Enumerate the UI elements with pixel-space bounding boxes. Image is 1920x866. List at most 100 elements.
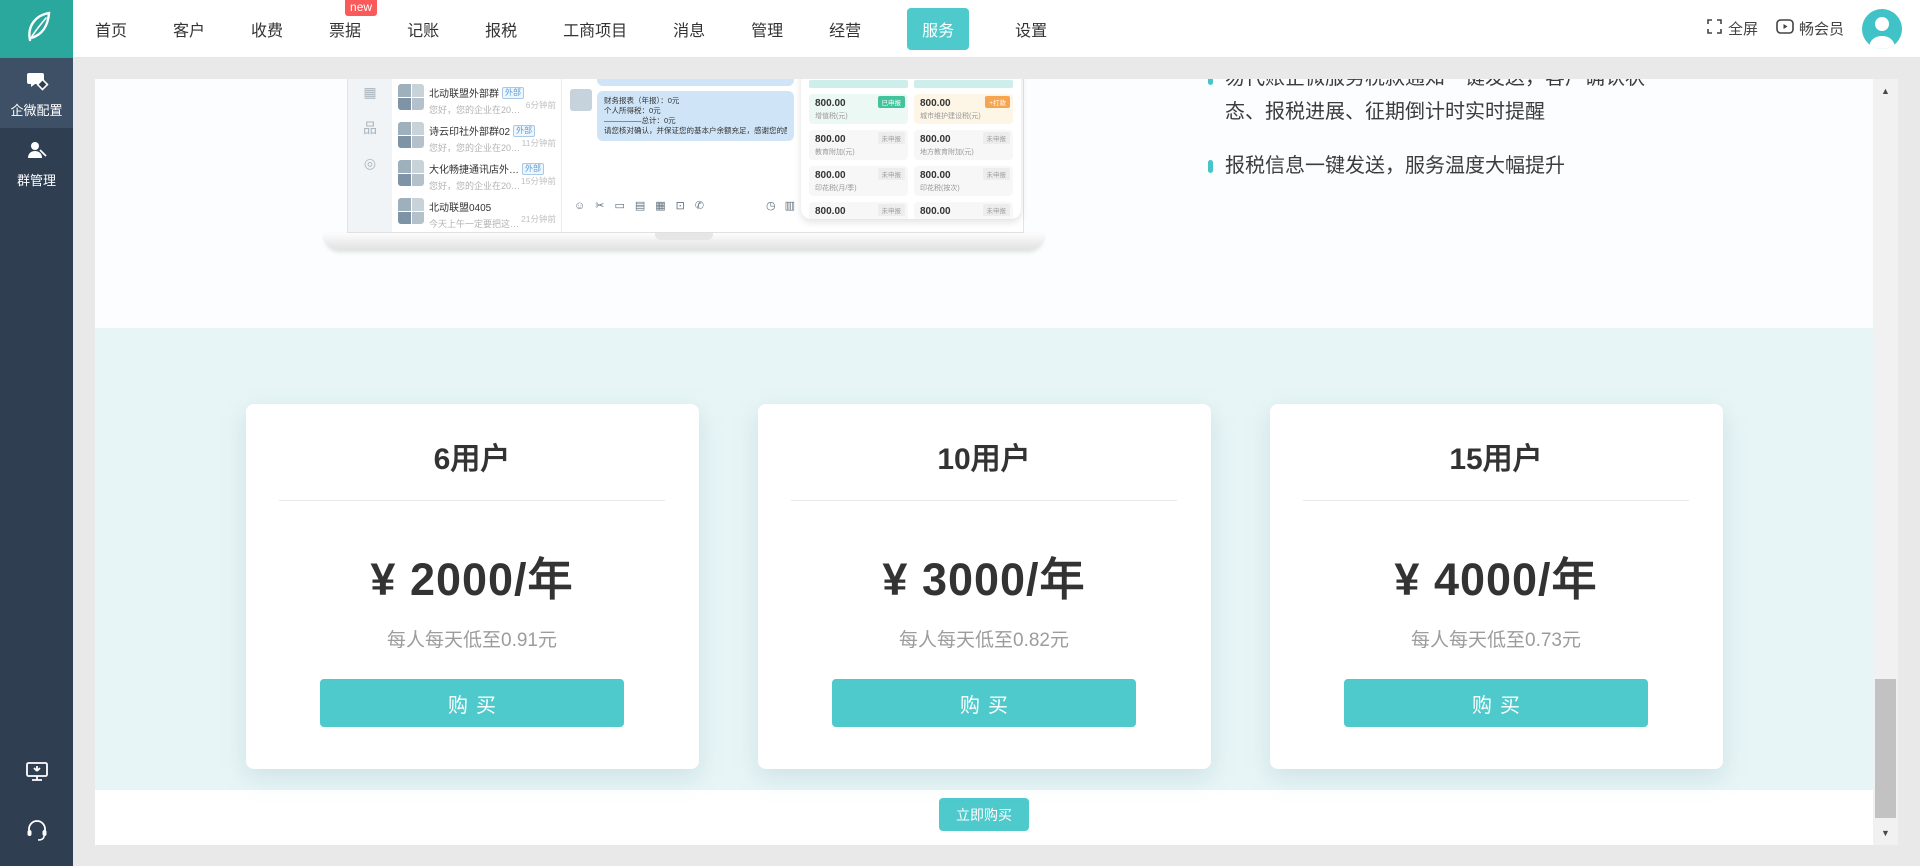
call-icon: ✆: [694, 200, 705, 212]
screenshot-icon: ✂: [595, 200, 605, 212]
plan-per-day: 每人每天低至0.73元: [1411, 630, 1581, 651]
chat-list-item: 北动联盟外部群 外部 您好，您的企业在2022年... 6分钟前: [392, 80, 561, 118]
fullscreen-button[interactable]: 全屏: [1706, 18, 1758, 39]
buy-button[interactable]: 购买: [320, 679, 624, 727]
nav-item-customers[interactable]: 客户: [173, 17, 205, 41]
group-avatar: [398, 122, 424, 148]
laptop-base: [325, 233, 1043, 250]
nav-item-invoices[interactable]: 票据 new: [329, 0, 378, 41]
chat-time: 21分钟前: [521, 214, 556, 224]
bullet-marker-icon: [1208, 79, 1213, 85]
top-navbar: 首页 客户 收费 票据 new 记账 报税 工商项目 消息 管理 经营 服务 设…: [73, 0, 1920, 58]
hero-section: ▦ 品 ◎ 北动联盟外部群 外部 您好，您的企业在2022年... 6分钟前 诗…: [95, 79, 1873, 328]
vertical-scrollbar[interactable]: ▲ ▼: [1873, 79, 1898, 845]
circle-play-icon: ◎: [363, 155, 377, 171]
nav-item-settings[interactable]: 设置: [1015, 17, 1047, 41]
sidebar: 企微配置 群管理: [0, 0, 73, 866]
pricing-card-10-users: 10用户 ¥ 3000/年 每人每天低至0.82元 购买: [757, 404, 1211, 769]
status-badge: 未申报: [877, 168, 905, 180]
message-bubble-clipped: [597, 79, 794, 86]
pricing-card-6-users: 6用户 ¥ 2000/年 每人每天低至0.91元 购买: [245, 404, 699, 769]
tax-panel-header-clipped: [809, 80, 1013, 88]
chat-list-item: 大化畅捷通讯店外部群03外部 您好，您的企业在2022年... 15分钟前: [392, 156, 561, 194]
buy-button[interactable]: 购买: [1344, 679, 1648, 727]
status-badge: 未申报: [982, 204, 1010, 216]
chat-list-item: 北动联盟0405 今天上午一定要把这个需... 21分钟前: [392, 194, 561, 232]
customer-service-headset-icon[interactable]: [24, 817, 50, 848]
nav-item-messages[interactable]: 消息: [673, 17, 705, 41]
nav-item-fees[interactable]: 收费: [251, 17, 283, 41]
tax-card: 800.00 印花税(按次) 未申报: [914, 166, 1013, 196]
group-avatar: [398, 160, 424, 186]
tax-card: 800.00 印花税(月/季) 未申报: [809, 166, 908, 196]
feature-bullet: 报税信息一键发送，服务温度大幅提升: [1208, 149, 1678, 183]
nav-menu: 首页 客户 收费 票据 new 记账 报税 工商项目 消息 管理 经营 服务 设…: [95, 0, 1047, 50]
download-client-icon[interactable]: [23, 758, 51, 791]
scrollbar-thumb[interactable]: [1875, 679, 1896, 818]
plan-price: ¥ 4000/年: [1394, 554, 1598, 605]
grid-icon: ▦: [363, 84, 377, 100]
nav-item-management[interactable]: 管理: [751, 17, 783, 41]
nav-item-operations[interactable]: 经营: [829, 17, 861, 41]
app-logo[interactable]: [0, 0, 73, 58]
wecom-left-rail: ▦ 品 ◎: [348, 79, 392, 232]
plan-per-day: 每人每天低至0.82元: [899, 630, 1069, 651]
chat-name: 北动联盟0405: [429, 203, 492, 214]
buy-now-button[interactable]: 立即购买: [939, 798, 1029, 831]
chat-name: 北动联盟外部群: [429, 89, 499, 100]
external-badge: 外部: [502, 86, 524, 99]
org-icon: 品: [363, 120, 377, 136]
status-badge: 未申报: [982, 168, 1010, 180]
nav-item-services[interactable]: 服务: [907, 7, 970, 50]
scroll-up-arrow-icon[interactable]: ▲: [1873, 81, 1898, 101]
status-badge: 未申报: [877, 204, 905, 216]
user-avatar[interactable]: [1862, 8, 1902, 49]
sidebar-item-group-management[interactable]: 群管理: [0, 128, 73, 198]
sidebar-bottom-tools: [0, 758, 73, 848]
pricing-card-15-users: 15用户 ¥ 4000/年 每人每天低至0.73元 购买: [1269, 404, 1723, 769]
group-user-icon: [25, 138, 49, 165]
bullet-marker-icon: [1208, 160, 1213, 173]
chat-name: 诗云印社外部群02: [429, 127, 511, 138]
image-icon: ▭: [614, 200, 625, 212]
external-badge: 外部: [522, 162, 544, 175]
chat-gear-icon: [25, 68, 49, 95]
chat-name: 大化畅捷通讯店外部群03: [429, 165, 519, 176]
cta-strip: 立即购买: [95, 790, 1873, 845]
laptop-screenshot: ▦ 品 ◎ 北动联盟外部群 外部 您好，您的企业在2022年... 6分钟前 诗…: [347, 79, 1024, 233]
nav-item-home[interactable]: 首页: [95, 17, 127, 41]
sidebar-item-label: 群管理: [16, 172, 56, 188]
chat-toolbar: ☺ ✂ ▭ ▤ ▦ ⊡ ✆ ◷ ▥: [574, 199, 795, 213]
sidebar-item-label: 企微配置: [10, 102, 63, 118]
nav-item-tax-filing[interactable]: 报税: [485, 17, 517, 41]
app-grid-icon: ▦: [655, 200, 666, 212]
leaf-logo-icon: [17, 7, 57, 52]
plan-per-day: 每人每天低至0.91元: [387, 630, 557, 651]
external-badge: 外部: [513, 124, 536, 137]
play-video-icon: [1776, 19, 1794, 38]
sidebar-item-wecom-config[interactable]: 企微配置: [0, 58, 73, 128]
fullscreen-icon: [1706, 18, 1723, 39]
chat-time: 11分钟前: [521, 138, 556, 148]
status-badge: 已申报: [877, 96, 905, 108]
new-badge: new: [345, 0, 378, 16]
pricing-section: 6用户 ¥ 2000/年 每人每天低至0.91元 购买 10用户 ¥ 3000/…: [95, 328, 1873, 790]
split-view-icon: ▥: [784, 200, 795, 212]
status-badge: 未申报: [982, 132, 1010, 144]
status-badge: 未申报: [877, 132, 905, 144]
sender-avatar: [570, 89, 592, 111]
content-panel: ▦ 品 ◎ 北动联盟外部群 外部 您好，您的企业在2022年... 6分钟前 诗…: [95, 79, 1873, 845]
feature-bullets: 易代账企微服务税款通知一键发送，客户确认状态、报税进展、征期倒计时实时提醒 报税…: [1208, 79, 1678, 203]
tax-card: 800.00 城市维护建设税(元) +打款: [914, 94, 1013, 124]
tax-card: 800.00 地方教育附加(元) 未申报: [914, 130, 1013, 160]
member-button[interactable]: 畅会员: [1776, 18, 1844, 39]
status-badge: +打款: [985, 96, 1010, 108]
scroll-down-arrow-icon[interactable]: ▼: [1873, 823, 1898, 843]
buy-button[interactable]: 购买: [832, 679, 1136, 727]
tax-card: 800.00 未申报: [809, 202, 908, 219]
history-icon: ◷: [765, 200, 776, 212]
nav-item-bookkeeping[interactable]: 记账: [407, 17, 439, 41]
nav-item-business-projects[interactable]: 工商项目: [563, 17, 627, 41]
tax-status-panel: 800.00 增值税(元) 已申报 800.00 城市维护建设税(元) +打款 …: [801, 79, 1021, 219]
chat-time: 6分钟前: [525, 100, 556, 110]
